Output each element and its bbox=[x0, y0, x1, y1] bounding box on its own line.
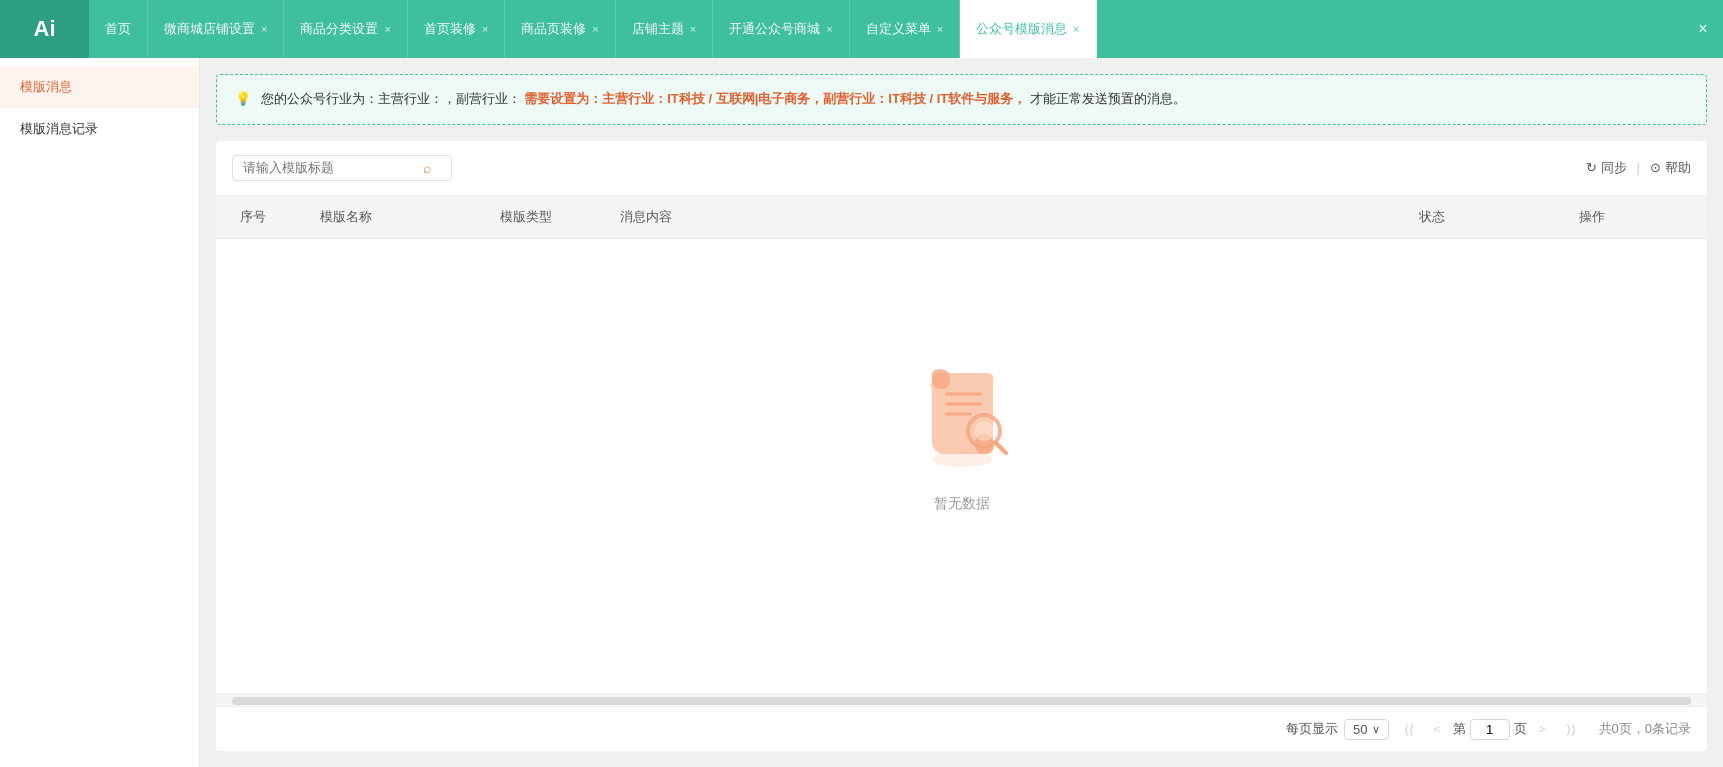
page-number-input[interactable] bbox=[1470, 719, 1510, 740]
notice-box: 💡 您的公众号行业为：主营行业：，副营行业： 需要设置为：主营行业：IT科技 /… bbox=[216, 74, 1707, 125]
sidebar-item[interactable]: 模版消息 bbox=[0, 66, 199, 108]
next-page-button[interactable]: ＞ bbox=[1531, 717, 1555, 741]
empty-state: 暂无数据 bbox=[216, 239, 1707, 694]
page-input-wrap: 第 页 bbox=[1453, 719, 1527, 740]
empty-illustration bbox=[902, 359, 1022, 479]
page-size-select: 每页显示 50 ∨ bbox=[1286, 719, 1388, 740]
scroll-bar[interactable] bbox=[216, 694, 1707, 706]
table-column-header: 消息内容 bbox=[612, 196, 1411, 238]
page-size-label: 每页显示 bbox=[1286, 720, 1338, 738]
divider: | bbox=[1637, 160, 1640, 175]
di-label: 第 bbox=[1453, 720, 1466, 738]
nav-tabs: 首页微商城店铺设置×商品分类设置×首页装修×商品页装修×店铺主题×开通公众号商城… bbox=[89, 0, 1683, 58]
pagination: 每页显示 50 ∨ ⟨⟨ ＜ 第 页 ＞ ⟩⟩ bbox=[216, 706, 1707, 751]
help-icon: ⊙ bbox=[1650, 160, 1661, 175]
app-logo: Ai bbox=[0, 0, 89, 58]
search-right: ↻ 同步 | ⊙ 帮助 bbox=[1586, 159, 1691, 177]
search-bar: ⌕ ↻ 同步 | ⊙ 帮助 bbox=[216, 141, 1707, 196]
page-size-value: 50 bbox=[1353, 722, 1367, 737]
nav-tab[interactable]: 自定义菜单× bbox=[850, 0, 960, 58]
search-icon[interactable]: ⌕ bbox=[423, 160, 431, 176]
tab-close-icon[interactable]: × bbox=[592, 23, 598, 35]
notice-suffix: 才能正常发送预置的消息。 bbox=[1030, 91, 1186, 106]
sidebar: 模版消息模版消息记录 bbox=[0, 58, 200, 767]
nav-tab[interactable]: 公众号模版消息× bbox=[960, 0, 1096, 58]
notice-highlight: 需要设置为：主营行业：IT科技 / 互联网|电子商务，副营行业：IT科技 / I… bbox=[524, 91, 1026, 106]
tab-close-icon[interactable]: × bbox=[826, 23, 832, 35]
tab-close-icon[interactable]: × bbox=[482, 23, 488, 35]
nav-tab[interactable]: 开通公众号商城× bbox=[713, 0, 849, 58]
first-page-button[interactable]: ⟨⟨ bbox=[1397, 717, 1421, 741]
page-size-dropdown[interactable]: 50 ∨ bbox=[1344, 719, 1388, 740]
close-all-button[interactable]: × bbox=[1683, 0, 1723, 58]
nav-tab[interactable]: 首页装修× bbox=[408, 0, 505, 58]
scroll-track[interactable] bbox=[232, 697, 1691, 705]
svg-line-6 bbox=[995, 442, 1006, 453]
top-nav: Ai 首页微商城店铺设置×商品分类设置×首页装修×商品页装修×店铺主题×开通公众… bbox=[0, 0, 1723, 58]
svg-point-5 bbox=[974, 421, 994, 441]
table-column-header: 状态 bbox=[1411, 196, 1571, 238]
page-nav: ⟨⟨ ＜ 第 页 ＞ ⟩⟩ bbox=[1397, 717, 1583, 741]
table-header: 序号模版名称模版类型消息内容状态操作 bbox=[216, 196, 1707, 239]
tab-close-icon[interactable]: × bbox=[261, 23, 267, 35]
table-column-header: 模版类型 bbox=[492, 196, 612, 238]
refresh-icon: ↻ bbox=[1586, 160, 1597, 175]
content-card: ⌕ ↻ 同步 | ⊙ 帮助 序号模版名称模版类型消息内容状态操作 bbox=[216, 141, 1707, 751]
table-column-header: 模版名称 bbox=[312, 196, 492, 238]
table-column-header: 序号 bbox=[232, 196, 312, 238]
last-page-button[interactable]: ⟩⟩ bbox=[1559, 717, 1583, 741]
sync-button[interactable]: ↻ 同步 bbox=[1586, 159, 1627, 177]
total-info: 共0页，0条记录 bbox=[1599, 720, 1691, 738]
sidebar-item[interactable]: 模版消息记录 bbox=[0, 108, 199, 150]
search-input-wrap[interactable]: ⌕ bbox=[232, 155, 452, 181]
nav-tab[interactable]: 商品分类设置× bbox=[284, 0, 407, 58]
nav-tab[interactable]: 商品页装修× bbox=[505, 0, 615, 58]
tab-close-icon[interactable]: × bbox=[690, 23, 696, 35]
chevron-down-icon: ∨ bbox=[1372, 723, 1380, 736]
notice-prefix: 您的公众号行业为：主营行业：，副营行业： bbox=[261, 91, 521, 106]
help-button[interactable]: ⊙ 帮助 bbox=[1650, 159, 1691, 177]
tab-close-icon[interactable]: × bbox=[937, 23, 943, 35]
tab-close-icon[interactable]: × bbox=[1073, 23, 1079, 35]
nav-tab[interactable]: 微商城店铺设置× bbox=[148, 0, 284, 58]
layout: 模版消息模版消息记录 💡 您的公众号行业为：主营行业：，副营行业： 需要设置为：… bbox=[0, 58, 1723, 767]
nav-tab[interactable]: 店铺主题× bbox=[616, 0, 713, 58]
prev-page-button[interactable]: ＜ bbox=[1425, 717, 1449, 741]
bulb-icon: 💡 bbox=[235, 91, 251, 106]
sync-label: 同步 bbox=[1601, 159, 1627, 177]
table-column-header: 操作 bbox=[1571, 196, 1691, 238]
tab-close-icon[interactable]: × bbox=[384, 23, 390, 35]
empty-text: 暂无数据 bbox=[934, 495, 990, 513]
main-content: 💡 您的公众号行业为：主营行业：，副营行业： 需要设置为：主营行业：IT科技 /… bbox=[200, 58, 1723, 767]
nav-tab[interactable]: 首页 bbox=[89, 0, 148, 58]
page-unit: 页 bbox=[1514, 720, 1527, 738]
search-input[interactable] bbox=[243, 160, 423, 175]
help-label: 帮助 bbox=[1665, 159, 1691, 177]
